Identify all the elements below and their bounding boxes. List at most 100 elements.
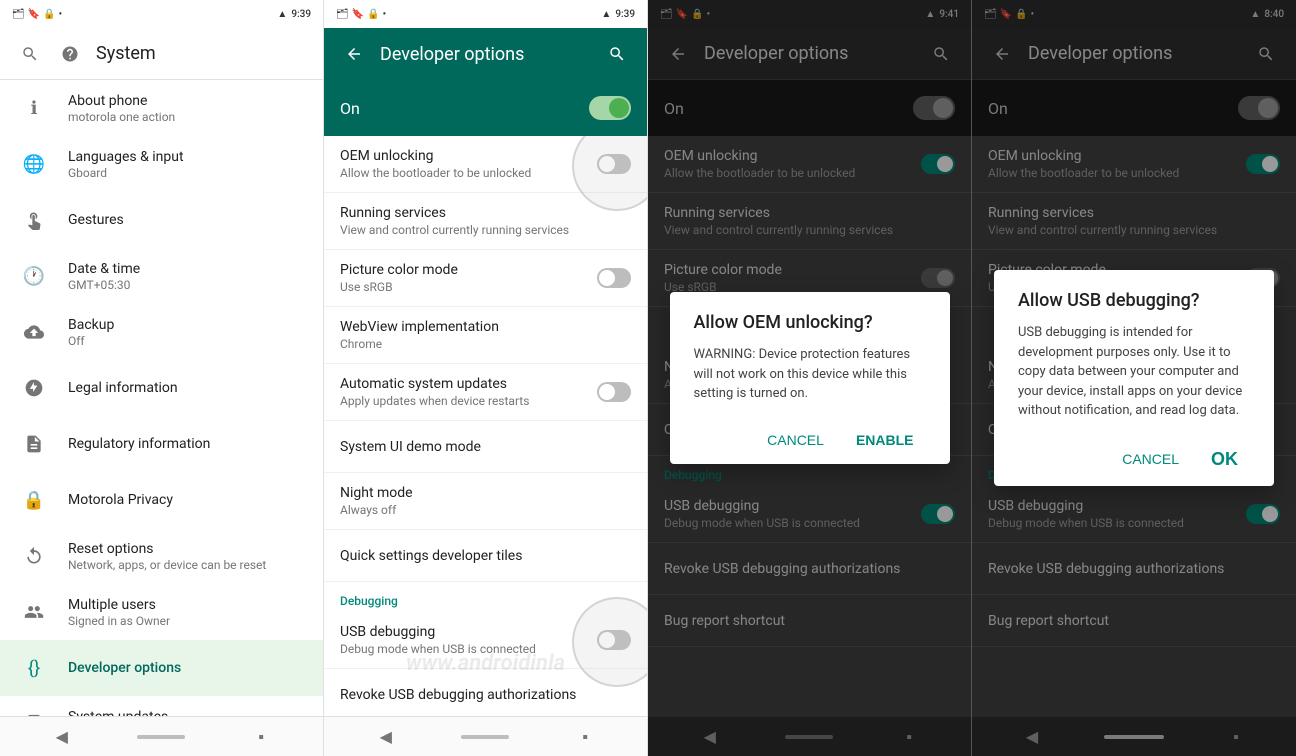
night-subtitle: Always off bbox=[340, 503, 631, 517]
recents-button[interactable]: ▪ bbox=[245, 721, 277, 753]
notif-icon3: 🔒 bbox=[367, 9, 379, 20]
settings-item-language[interactable]: 🌐 Languages & input Gboard bbox=[0, 136, 323, 192]
updates-title: System updates bbox=[68, 709, 307, 717]
regulatory-icon bbox=[16, 426, 52, 462]
wifi-icon: ▲ bbox=[277, 9, 287, 20]
status-bar-2: 🗂 🔖 🔒 • ▲ 9:39 bbox=[324, 0, 647, 28]
time-display: 9:39 bbox=[291, 9, 311, 20]
settings-item-about[interactable]: ℹ About phone motorola one action bbox=[0, 80, 323, 136]
language-icon: 🌐 bbox=[16, 146, 52, 182]
oem-title: OEM unlocking bbox=[340, 148, 597, 164]
notif-icon2: 🔖 bbox=[352, 9, 364, 20]
users-title: Multiple users bbox=[68, 597, 307, 613]
usb-dialog-overlay: Allow USB debugging? USB debugging is in… bbox=[972, 0, 1296, 756]
oem-cancel-button[interactable]: Cancel bbox=[755, 424, 836, 456]
usb-toggle[interactable] bbox=[597, 630, 631, 650]
dev-item-color[interactable]: Picture color mode Use sRGB bbox=[324, 250, 647, 307]
settings-item-regulatory[interactable]: Regulatory information bbox=[0, 416, 323, 472]
dev-item-autoupdate[interactable]: Automatic system updates Apply updates w… bbox=[324, 364, 647, 421]
about-subtitle: motorola one action bbox=[68, 110, 307, 124]
settings-item-datetime[interactable]: 🕐 Date & time GMT+05:30 bbox=[0, 248, 323, 304]
back-btn-2[interactable]: ◀ bbox=[370, 721, 402, 753]
webview-title: WebView implementation bbox=[340, 319, 631, 335]
oem-subtitle: Allow the bootloader to be unlocked bbox=[340, 166, 597, 180]
oem-dialog-overlay: Allow OEM unlocking? WARNING: Device pro… bbox=[648, 0, 971, 756]
wifi-icon-2: ▲ bbox=[601, 9, 611, 20]
usb-subtitle: Debug mode when USB is connected bbox=[340, 642, 597, 656]
time-display-2: 9:39 bbox=[615, 9, 635, 20]
notif-icon1: 🗂 bbox=[336, 9, 349, 20]
usb-dialog-actions: Cancel OK bbox=[1018, 441, 1250, 478]
dev-item-demo[interactable]: System UI demo mode bbox=[324, 421, 647, 473]
usb-dialog-title: Allow USB debugging? bbox=[1018, 290, 1250, 311]
search-button[interactable] bbox=[16, 40, 44, 68]
reset-subtitle: Network, apps, or device can be reset bbox=[68, 558, 307, 572]
backup-icon bbox=[16, 314, 52, 350]
privacy-icon: 🔒 bbox=[16, 482, 52, 518]
toolbar-developer: Developer options bbox=[324, 28, 647, 80]
dev-item-webview[interactable]: WebView implementation Chrome bbox=[324, 307, 647, 364]
back-button-dev[interactable] bbox=[340, 40, 368, 68]
tiles-title: Quick settings developer tiles bbox=[340, 548, 631, 564]
webview-subtitle: Chrome bbox=[340, 337, 631, 351]
dev-main-toggle[interactable] bbox=[589, 96, 631, 120]
gestures-title: Gestures bbox=[68, 212, 307, 228]
dev-item-night[interactable]: Night mode Always off bbox=[324, 473, 647, 530]
users-subtitle: Signed in as Owner bbox=[68, 614, 307, 628]
status-icons-left-2: 🗂 🔖 🔒 • bbox=[336, 9, 386, 20]
icon-notification2: 🔖 bbox=[28, 9, 40, 20]
dev-item-tiles[interactable]: Quick settings developer tiles bbox=[324, 530, 647, 582]
dev-item-usb[interactable]: USB debugging Debug mode when USB is con… bbox=[324, 612, 647, 669]
status-icons-right: ▲ 9:39 bbox=[277, 9, 311, 20]
updates-icon bbox=[16, 706, 52, 716]
regulatory-title: Regulatory information bbox=[68, 436, 307, 452]
dev-options-list: OEM unlocking Allow the bootloader to be… bbox=[324, 136, 647, 716]
autoupdate-title: Automatic system updates bbox=[340, 376, 597, 392]
oem-enable-button[interactable]: Enable bbox=[844, 424, 926, 456]
settings-item-users[interactable]: Multiple users Signed in as Owner bbox=[0, 584, 323, 640]
gestures-icon bbox=[16, 202, 52, 238]
running-title: Running services bbox=[340, 205, 631, 221]
autoupdate-toggle[interactable] bbox=[597, 382, 631, 402]
oem-toggle[interactable] bbox=[597, 154, 631, 174]
settings-item-developer[interactable]: {} Developer options bbox=[0, 640, 323, 696]
color-toggle[interactable] bbox=[597, 268, 631, 288]
toolbar-title-dev: Developer options bbox=[380, 44, 591, 65]
autoupdate-toggle-knob bbox=[599, 384, 615, 400]
settings-item-legal[interactable]: Legal information bbox=[0, 360, 323, 416]
dev-item-oem[interactable]: OEM unlocking Allow the bootloader to be… bbox=[324, 136, 647, 193]
recents-btn-2[interactable]: ▪ bbox=[569, 721, 601, 753]
status-icons-right-2: ▲ 9:39 bbox=[601, 9, 635, 20]
reset-title: Reset options bbox=[68, 541, 307, 557]
toolbar-title: System bbox=[96, 43, 307, 64]
panel-system: 🗂 🔖 🔒 • ▲ 9:39 System ℹ About phone moto… bbox=[0, 0, 324, 756]
settings-item-updates[interactable]: System updates Updated to Android 9 bbox=[0, 696, 323, 716]
night-title: Night mode bbox=[340, 485, 631, 501]
backup-title: Backup bbox=[68, 317, 307, 333]
language-title: Languages & input bbox=[68, 149, 307, 165]
status-icons-left: 🗂 🔖 🔒 • bbox=[12, 9, 62, 20]
legal-icon bbox=[16, 370, 52, 406]
usb-cancel-button[interactable]: Cancel bbox=[1110, 441, 1191, 478]
settings-item-reset[interactable]: Reset options Network, apps, or device c… bbox=[0, 528, 323, 584]
help-button[interactable] bbox=[56, 40, 84, 68]
color-title: Picture color mode bbox=[340, 262, 597, 278]
panel-developer-oem: 🗂 🔖 🔒 • ▲ 9:41 Developer options On OEM … bbox=[648, 0, 972, 756]
legal-title: Legal information bbox=[68, 380, 307, 396]
nav-bar-2: ◀ ▪ bbox=[324, 716, 647, 756]
home-pill[interactable] bbox=[137, 735, 185, 739]
dev-item-running[interactable]: Running services View and control curren… bbox=[324, 193, 647, 250]
settings-list: ℹ About phone motorola one action 🌐 Lang… bbox=[0, 80, 323, 716]
dev-item-revoke[interactable]: Revoke USB debugging authorizations bbox=[324, 669, 647, 716]
usb-dialog-body: USB debugging is intended for developmen… bbox=[1018, 323, 1250, 421]
usb-ok-button[interactable]: OK bbox=[1199, 441, 1250, 478]
search-button-dev[interactable] bbox=[603, 40, 631, 68]
settings-item-backup[interactable]: Backup Off bbox=[0, 304, 323, 360]
about-title: About phone bbox=[68, 93, 307, 109]
back-button[interactable]: ◀ bbox=[46, 721, 78, 753]
backup-subtitle: Off bbox=[68, 334, 307, 348]
home-pill-2[interactable] bbox=[461, 735, 509, 739]
settings-item-gestures[interactable]: Gestures bbox=[0, 192, 323, 248]
usb-dialog: Allow USB debugging? USB debugging is in… bbox=[994, 270, 1274, 486]
settings-item-privacy[interactable]: 🔒 Motorola Privacy bbox=[0, 472, 323, 528]
